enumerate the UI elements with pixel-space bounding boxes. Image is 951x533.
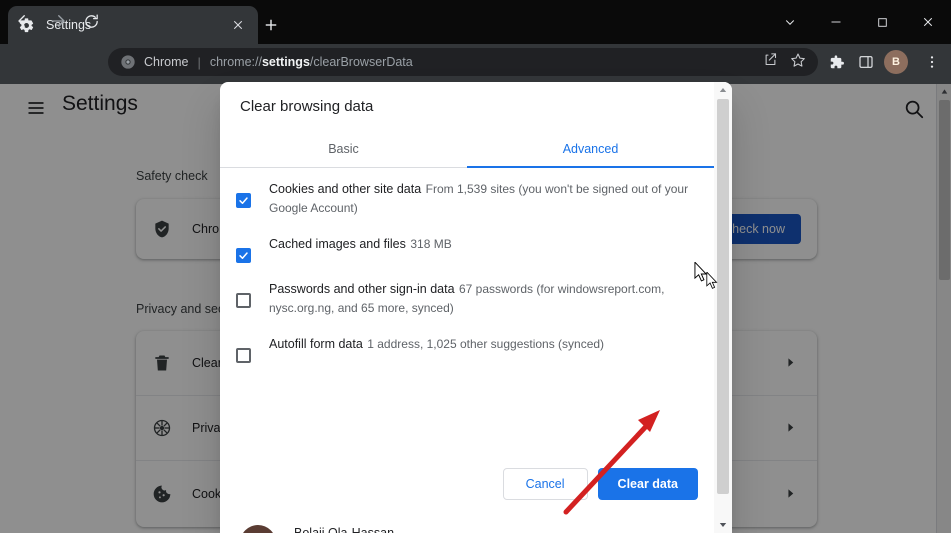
url-suffix: /clearBrowserData: [309, 55, 413, 69]
forward-button[interactable]: [45, 8, 71, 34]
browser-window: Settings Chrome | chrome://settings/clea…: [0, 0, 951, 533]
clear-data-button[interactable]: Clear data: [597, 468, 698, 500]
option-title: Cookies and other site data: [269, 182, 422, 196]
option-autofill[interactable]: Autofill form data 1 address, 1,025 othe…: [220, 324, 714, 369]
tab-title: Settings: [46, 18, 92, 32]
option-texts: Passwords and other sign-in data 67 pass…: [269, 279, 698, 318]
account-texts: Bolaji Ola-Hassan Syncing to: [294, 524, 508, 533]
data-type-list: Cookies and other site data From 1,539 s…: [220, 169, 714, 450]
checkbox-autofill[interactable]: [236, 348, 251, 363]
account-row: B Bolaji Ola-Hassan Syncing to: [220, 514, 714, 533]
minimize-button[interactable]: [813, 0, 859, 44]
option-passwords[interactable]: Passwords and other sign-in data 67 pass…: [220, 269, 714, 324]
clear-browsing-data-dialog: Clear browsing data Basic Advanced Cooki…: [220, 82, 732, 533]
close-window-button[interactable]: [905, 0, 951, 44]
checkbox-cached-images[interactable]: [236, 248, 251, 263]
chrome-menu-icon[interactable]: [920, 50, 944, 74]
dialog-tabs: Basic Advanced: [220, 130, 714, 168]
bookmark-star-icon[interactable]: [790, 52, 806, 73]
profile-initial: B: [892, 56, 900, 68]
omnibox-chip-label: Chrome: [144, 55, 189, 69]
close-icon[interactable]: [228, 15, 248, 35]
option-cookies[interactable]: Cookies and other site data From 1,539 s…: [220, 169, 714, 224]
profile-avatar[interactable]: B: [884, 50, 908, 74]
chrome-logo-icon: [120, 54, 136, 70]
scroll-up-icon[interactable]: [714, 82, 732, 98]
tab-advanced[interactable]: Advanced: [467, 130, 714, 168]
dialog-title: Clear browsing data: [240, 98, 374, 115]
title-bar: Settings: [0, 0, 951, 44]
window-controls: [767, 0, 951, 44]
reload-button[interactable]: [78, 8, 104, 34]
address-bar[interactable]: Chrome | chrome://settings/clearBrowserD…: [108, 48, 818, 76]
option-texts: Autofill form data 1 address, 1,025 othe…: [269, 334, 698, 354]
option-texts: Cookies and other site data From 1,539 s…: [269, 179, 698, 218]
omnibox-url: chrome://settings/clearBrowserData: [210, 55, 413, 69]
side-panel-icon[interactable]: [854, 50, 878, 74]
tab-search-button[interactable]: [767, 0, 813, 44]
dialog-scrollbar[interactable]: [714, 82, 732, 533]
option-subtitle: 318 MB: [410, 237, 452, 251]
extensions-icon[interactable]: [824, 50, 848, 74]
account-name: Bolaji Ola-Hassan: [294, 525, 395, 533]
cancel-button[interactable]: Cancel: [502, 468, 588, 500]
scroll-down-icon[interactable]: [714, 517, 732, 533]
omnibox-divider: |: [197, 54, 201, 70]
option-title: Autofill form data: [269, 337, 363, 351]
option-subtitle: 1 address, 1,025 other suggestions (sync…: [367, 337, 605, 351]
option-cached-images[interactable]: Cached images and files 318 MB: [220, 224, 714, 269]
maximize-button[interactable]: [859, 0, 905, 44]
tab-basic[interactable]: Basic: [220, 130, 467, 167]
checkbox-cookies[interactable]: [236, 193, 251, 208]
share-icon[interactable]: [763, 52, 778, 72]
url-bold-segment: settings: [261, 55, 310, 69]
checkbox-passwords[interactable]: [236, 293, 251, 308]
url-prefix: chrome://: [209, 55, 262, 69]
option-title: Passwords and other sign-in data: [269, 282, 455, 296]
new-tab-button[interactable]: [256, 11, 286, 39]
omnibox-actions: [763, 52, 806, 73]
dialog-actions: Cancel Clear data: [220, 454, 714, 514]
back-button[interactable]: [12, 8, 38, 34]
option-texts: Cached images and files 318 MB: [269, 234, 698, 254]
dialog-scrollbar-thumb[interactable]: [717, 99, 729, 494]
avatar: B: [240, 525, 276, 533]
option-title: Cached images and files: [269, 237, 406, 251]
